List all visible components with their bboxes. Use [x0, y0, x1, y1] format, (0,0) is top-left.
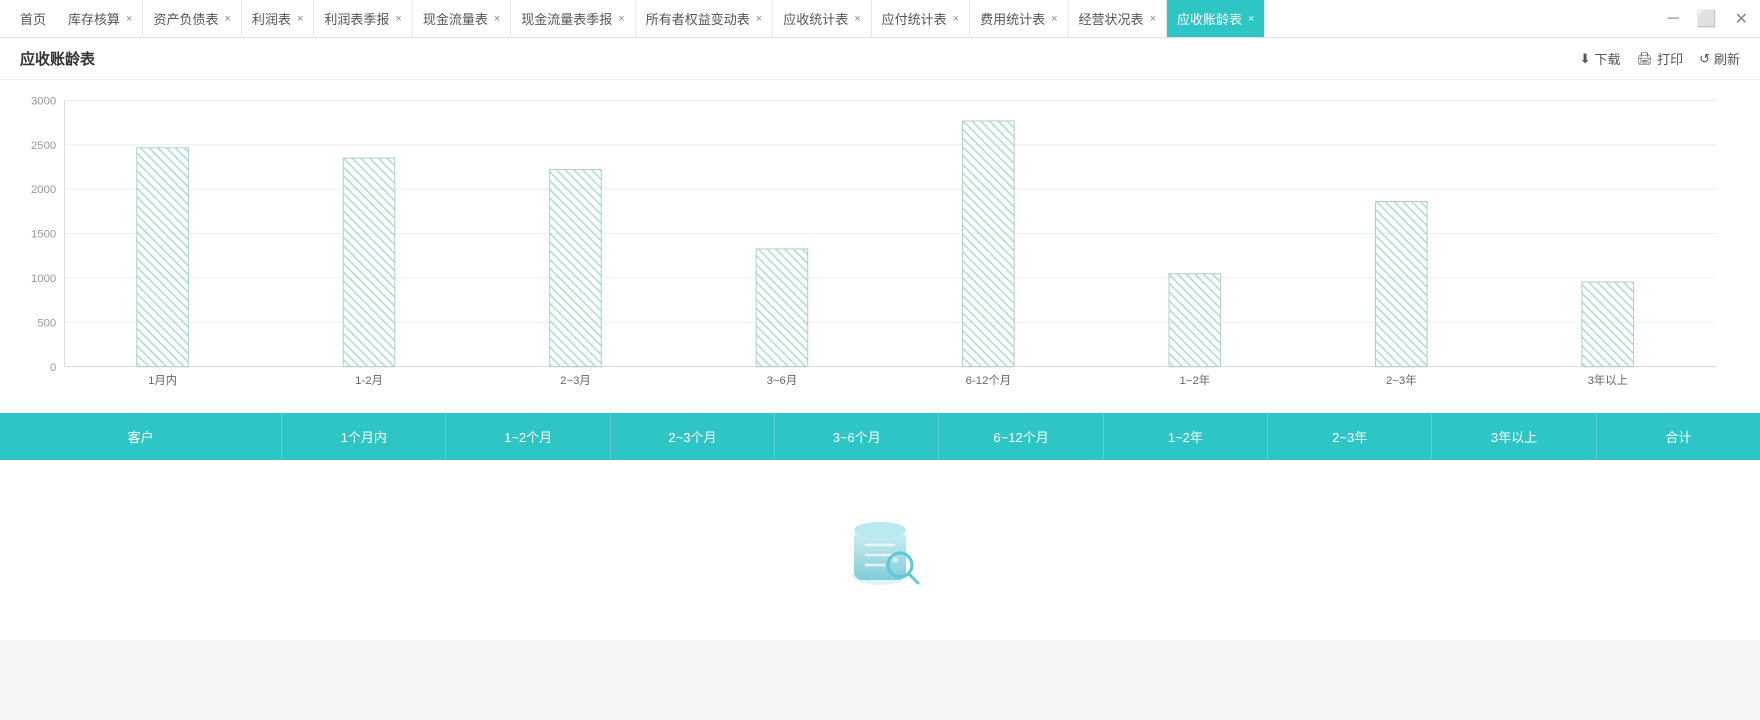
nav-tab-label-10: 经营状况表 [1079, 9, 1144, 28]
svg-text:2~3月: 2~3月 [560, 375, 591, 387]
chart-area: 0 500 1000 1500 2000 2500 3000 1月内 [0, 80, 1760, 413]
nav-tab-close-9[interactable]: × [1051, 13, 1057, 25]
svg-text:3000: 3000 [31, 95, 56, 107]
minimize-button[interactable]: ─ [1663, 10, 1682, 28]
header-actions: ⬇ 下载 🖨 打印 ↺ 刷新 [1580, 49, 1740, 68]
nav-tab-close-6[interactable]: × [756, 13, 762, 25]
download-button[interactable]: ⬇ 下载 [1580, 49, 1621, 68]
table-header: 客户1个月内1~2个月2~3个月3~6个月6~12个月1~2年2~3年3年以上合… [0, 413, 1760, 460]
nav-tab-9[interactable]: 费用统计表 × [970, 0, 1068, 38]
nav-tab-close-10[interactable]: × [1150, 13, 1156, 25]
th-cell-1: 1个月内 [282, 413, 446, 460]
th-cell-4: 3~6个月 [775, 413, 939, 460]
tabs-container: 库存核算×资产负债表×利润表×利润表季报×现金流量表×现金流量表季报×所有者权益… [58, 0, 1265, 38]
nav-tab-label-2: 利润表 [252, 9, 291, 28]
th-cell-5: 6~12个月 [939, 413, 1103, 460]
refresh-icon: ↺ [1699, 51, 1710, 67]
page-title: 应收账龄表 [20, 48, 95, 69]
th-cell-3: 2~3个月 [611, 413, 775, 460]
maximize-button[interactable]: ⬜ [1693, 9, 1721, 29]
nav-tab-7[interactable]: 应收统计表 × [773, 0, 871, 38]
svg-text:2500: 2500 [31, 140, 56, 152]
empty-icon [830, 500, 930, 600]
nav-tab-close-0[interactable]: × [126, 13, 132, 25]
refresh-label: 刷新 [1714, 49, 1740, 68]
nav-tab-close-1[interactable]: × [224, 13, 230, 25]
bar-2-3月 [550, 169, 602, 366]
th-cell-8: 3年以上 [1432, 413, 1596, 460]
bar-6-12月 [963, 121, 1015, 367]
nav-tab-11[interactable]: 应收账龄表 × [1167, 0, 1265, 38]
nav-tab-label-9: 费用统计表 [980, 9, 1045, 28]
nav-tab-close-5[interactable]: × [618, 13, 624, 25]
nav-tab-label-3: 利润表季报 [324, 9, 389, 28]
main-content: 0 500 1000 1500 2000 2500 3000 1月内 [0, 80, 1760, 640]
y-axis: 0 500 1000 1500 2000 2500 3000 [31, 95, 1716, 373]
bar-1-2年 [1169, 274, 1221, 367]
svg-text:0: 0 [50, 362, 56, 374]
bar-1-2月 [343, 158, 395, 367]
nav-tab-6[interactable]: 所有者权益变动表 × [636, 0, 773, 38]
nav-tab-label-1: 资产负债表 [153, 9, 218, 28]
nav-home[interactable]: 首页 [8, 0, 58, 38]
bar-3-6月 [756, 249, 808, 367]
svg-text:1月内: 1月内 [148, 373, 177, 387]
nav-tab-close-7[interactable]: × [854, 13, 860, 25]
nav-tab-close-11[interactable]: × [1248, 13, 1254, 25]
page-header: 应收账龄表 ⬇ 下载 🖨 打印 ↺ 刷新 [0, 38, 1760, 80]
top-nav: 首页 库存核算×资产负债表×利润表×利润表季报×现金流量表×现金流量表季报×所有… [0, 0, 1760, 38]
close-button[interactable]: ✕ [1731, 9, 1752, 29]
nav-tab-label-8: 应付统计表 [882, 9, 947, 28]
nav-tab-close-4[interactable]: × [494, 13, 500, 25]
svg-text:6-12个月: 6-12个月 [966, 374, 1011, 387]
nav-tab-close-2[interactable]: × [297, 13, 303, 25]
nav-tab-label-6: 所有者权益变动表 [646, 9, 750, 28]
bar-1月内 [137, 148, 189, 367]
nav-tab-0[interactable]: 库存核算 × [58, 0, 143, 38]
bar-2-3年 [1375, 201, 1427, 366]
svg-text:1500: 1500 [31, 229, 56, 241]
empty-state [0, 460, 1760, 640]
th-cell-2: 1~2个月 [446, 413, 610, 460]
bar-chart: 0 500 1000 1500 2000 2500 3000 1月内 [0, 90, 1760, 410]
svg-text:1-2月: 1-2月 [355, 375, 383, 387]
download-icon: ⬇ [1580, 51, 1591, 67]
nav-tab-5[interactable]: 现金流量表季报 × [511, 0, 635, 38]
nav-tab-label-7: 应收统计表 [783, 9, 848, 28]
nav-tab-8[interactable]: 应付统计表 × [872, 0, 970, 38]
nav-tab-close-3[interactable]: × [395, 13, 401, 25]
th-cell-9: 合计 [1597, 413, 1760, 460]
svg-text:3年以上: 3年以上 [1588, 373, 1628, 387]
nav-tab-1[interactable]: 资产负债表 × [143, 0, 241, 38]
print-icon: 🖨 [1637, 51, 1654, 67]
th-cell-0: 客户 [0, 413, 282, 460]
print-label: 打印 [1657, 49, 1683, 68]
th-cell-7: 2~3年 [1268, 413, 1432, 460]
svg-text:2~3年: 2~3年 [1386, 373, 1417, 387]
nav-tab-label-0: 库存核算 [68, 9, 120, 28]
nav-tab-close-8[interactable]: × [953, 13, 959, 25]
nav-tab-3[interactable]: 利润表季报 × [314, 0, 412, 38]
svg-text:1~2年: 1~2年 [1180, 373, 1211, 387]
svg-text:3~6月: 3~6月 [767, 375, 798, 387]
nav-tab-10[interactable]: 经营状况表 × [1069, 0, 1167, 38]
th-cell-6: 1~2年 [1104, 413, 1268, 460]
window-controls: ─ ⬜ ✕ [1663, 9, 1752, 29]
svg-text:1000: 1000 [31, 273, 56, 285]
svg-text:2000: 2000 [31, 184, 56, 196]
nav-tab-2[interactable]: 利润表 × [242, 0, 314, 38]
svg-text:500: 500 [37, 317, 56, 329]
nav-tab-label-11: 应收账龄表 [1177, 9, 1242, 28]
refresh-button[interactable]: ↺ 刷新 [1699, 49, 1740, 68]
bar-3年以上 [1582, 282, 1634, 367]
nav-tab-label-4: 现金流量表 [423, 9, 488, 28]
print-button[interactable]: 🖨 打印 [1637, 49, 1684, 68]
nav-tab-label-5: 现金流量表季报 [521, 9, 612, 28]
download-label: 下载 [1595, 49, 1621, 68]
nav-tab-4[interactable]: 现金流量表 × [413, 0, 511, 38]
